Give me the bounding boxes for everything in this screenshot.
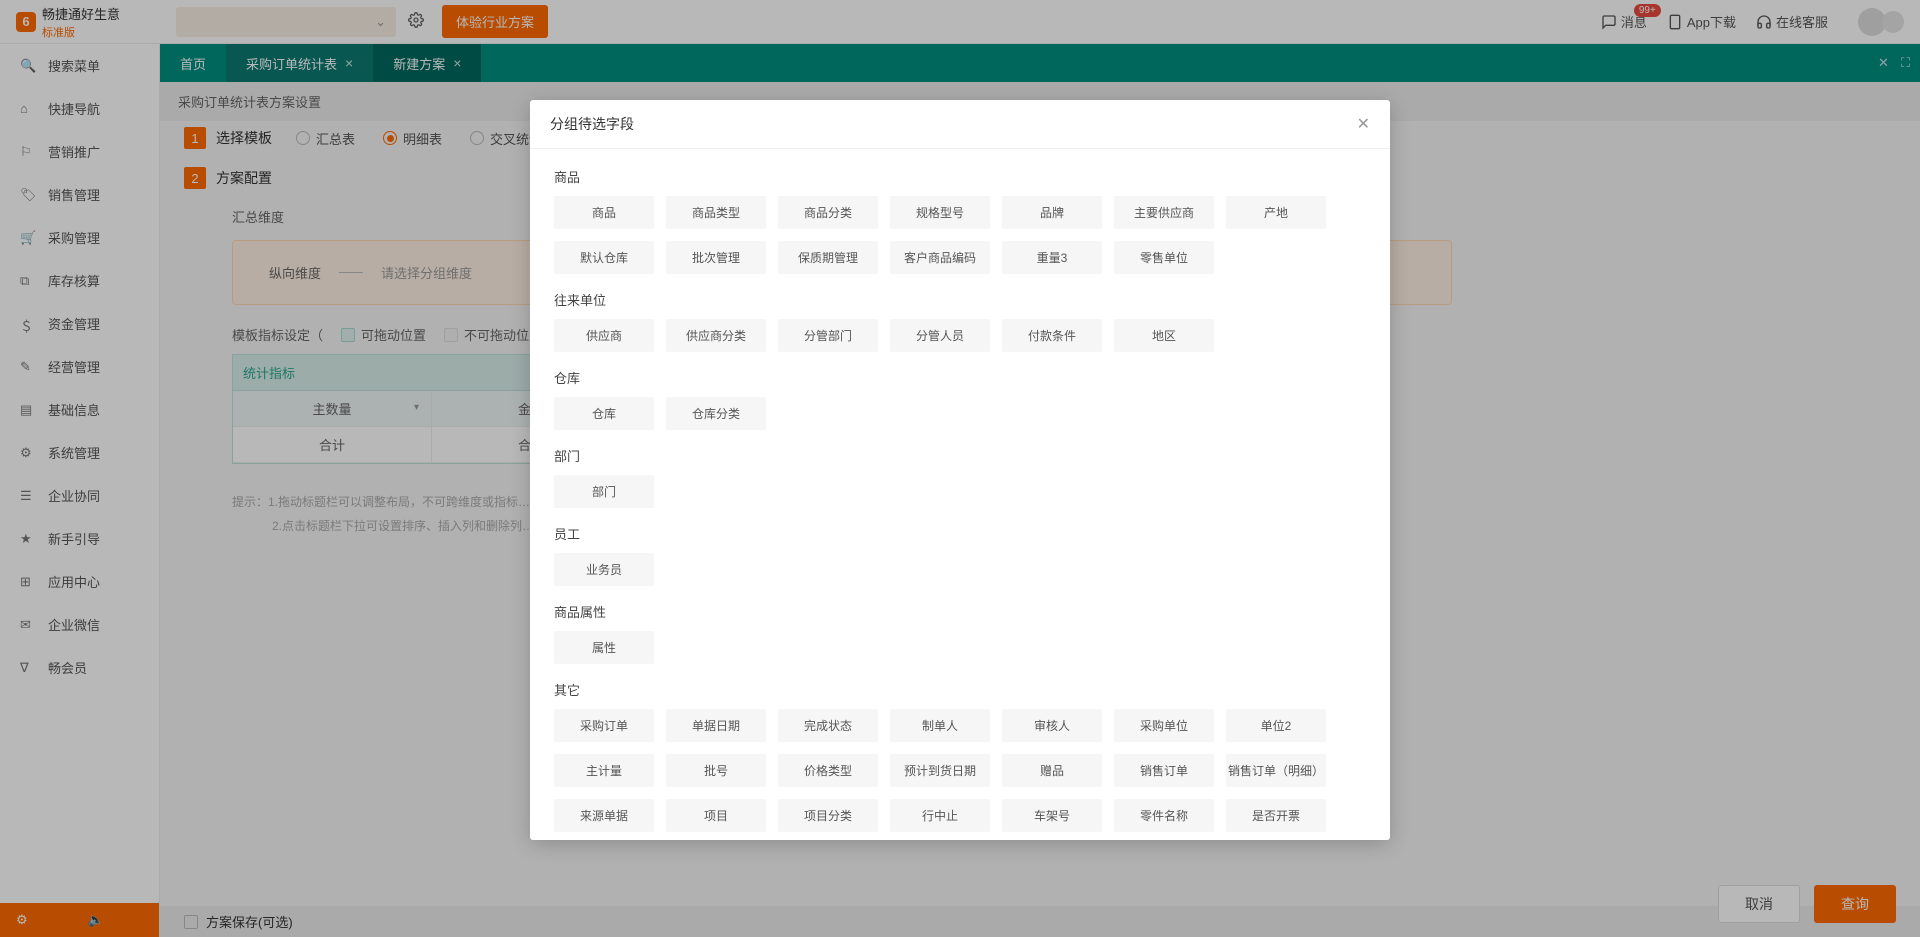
chip-0-8[interactable]: 批次管理	[666, 241, 766, 274]
chip-6-13[interactable]: 销售订单（明细）	[1226, 754, 1326, 787]
chip-1-3[interactable]: 分管人员	[890, 319, 990, 352]
chip-6-16[interactable]: 项目分类	[778, 799, 878, 832]
chip-6-20[interactable]: 是否开票	[1226, 799, 1326, 832]
modal-body: 商品商品商品类型商品分类规格型号品牌主要供应商产地默认仓库批次管理保质期管理客户…	[530, 149, 1390, 840]
chip-6-1[interactable]: 单据日期	[666, 709, 766, 742]
chip-6-9[interactable]: 价格类型	[778, 754, 878, 787]
field-group-5: 商品属性属性	[554, 602, 1366, 664]
chip-0-9[interactable]: 保质期管理	[778, 241, 878, 274]
chip-6-4[interactable]: 审核人	[1002, 709, 1102, 742]
group-title: 往来单位	[554, 290, 1366, 309]
modal: 分组待选字段 ✕ 商品商品商品类型商品分类规格型号品牌主要供应商产地默认仓库批次…	[530, 100, 1390, 840]
group-title: 员工	[554, 524, 1366, 543]
chip-1-0[interactable]: 供应商	[554, 319, 654, 352]
modal-mask[interactable]: 分组待选字段 ✕ 商品商品商品类型商品分类规格型号品牌主要供应商产地默认仓库批次…	[0, 0, 1920, 937]
field-group-6: 其它采购订单单据日期完成状态制单人审核人采购单位单位2 主计量批号价格类型预计到货…	[554, 680, 1366, 832]
chip-6-15[interactable]: 项目	[666, 799, 766, 832]
group-title: 其它	[554, 680, 1366, 699]
chip-6-12[interactable]: 销售订单	[1114, 754, 1214, 787]
close-icon[interactable]: ✕	[1357, 114, 1370, 134]
chip-2-1[interactable]: 仓库分类	[666, 397, 766, 430]
chip-2-0[interactable]: 仓库	[554, 397, 654, 430]
modal-title: 分组待选字段	[550, 114, 634, 134]
chip-1-4[interactable]: 付款条件	[1002, 319, 1102, 352]
field-group-3: 部门部门	[554, 446, 1366, 508]
chip-1-2[interactable]: 分管部门	[778, 319, 878, 352]
chip-0-0[interactable]: 商品	[554, 196, 654, 229]
chip-6-14[interactable]: 来源单据	[554, 799, 654, 832]
chip-6-10[interactable]: 预计到货日期	[890, 754, 990, 787]
chip-6-5[interactable]: 采购单位	[1114, 709, 1214, 742]
group-title: 仓库	[554, 368, 1366, 387]
chip-0-3[interactable]: 规格型号	[890, 196, 990, 229]
chip-0-12[interactable]: 零售单位	[1114, 241, 1214, 274]
chip-0-2[interactable]: 商品分类	[778, 196, 878, 229]
chip-0-1[interactable]: 商品类型	[666, 196, 766, 229]
group-title: 商品属性	[554, 602, 1366, 621]
chip-6-0[interactable]: 采购订单	[554, 709, 654, 742]
chip-0-11[interactable]: 重量3	[1002, 241, 1102, 274]
field-group-2: 仓库仓库仓库分类	[554, 368, 1366, 430]
field-group-4: 员工业务员	[554, 524, 1366, 586]
chip-6-18[interactable]: 车架号	[1002, 799, 1102, 832]
chip-3-0[interactable]: 部门	[554, 475, 654, 508]
chip-0-5[interactable]: 主要供应商	[1114, 196, 1214, 229]
chip-6-19[interactable]: 零件名称	[1114, 799, 1214, 832]
chip-5-0[interactable]: 属性	[554, 631, 654, 664]
chip-6-11[interactable]: 赠品	[1002, 754, 1102, 787]
chip-4-0[interactable]: 业务员	[554, 553, 654, 586]
chip-6-8[interactable]: 批号	[666, 754, 766, 787]
chip-0-4[interactable]: 品牌	[1002, 196, 1102, 229]
chip-0-6[interactable]: 产地	[1226, 196, 1326, 229]
chip-6-3[interactable]: 制单人	[890, 709, 990, 742]
chip-1-1[interactable]: 供应商分类	[666, 319, 766, 352]
chip-1-5[interactable]: 地区	[1114, 319, 1214, 352]
field-group-0: 商品商品商品类型商品分类规格型号品牌主要供应商产地默认仓库批次管理保质期管理客户…	[554, 167, 1366, 274]
group-title: 部门	[554, 446, 1366, 465]
modal-header: 分组待选字段 ✕	[530, 100, 1390, 149]
chip-0-10[interactable]: 客户商品编码	[890, 241, 990, 274]
chip-0-7[interactable]: 默认仓库	[554, 241, 654, 274]
chip-6-17[interactable]: 行中止	[890, 799, 990, 832]
chip-6-6[interactable]: 单位2	[1226, 709, 1326, 742]
group-title: 商品	[554, 167, 1366, 186]
field-group-1: 往来单位供应商供应商分类分管部门分管人员付款条件地区	[554, 290, 1366, 352]
chip-6-7[interactable]: 主计量	[554, 754, 654, 787]
chip-6-2[interactable]: 完成状态	[778, 709, 878, 742]
